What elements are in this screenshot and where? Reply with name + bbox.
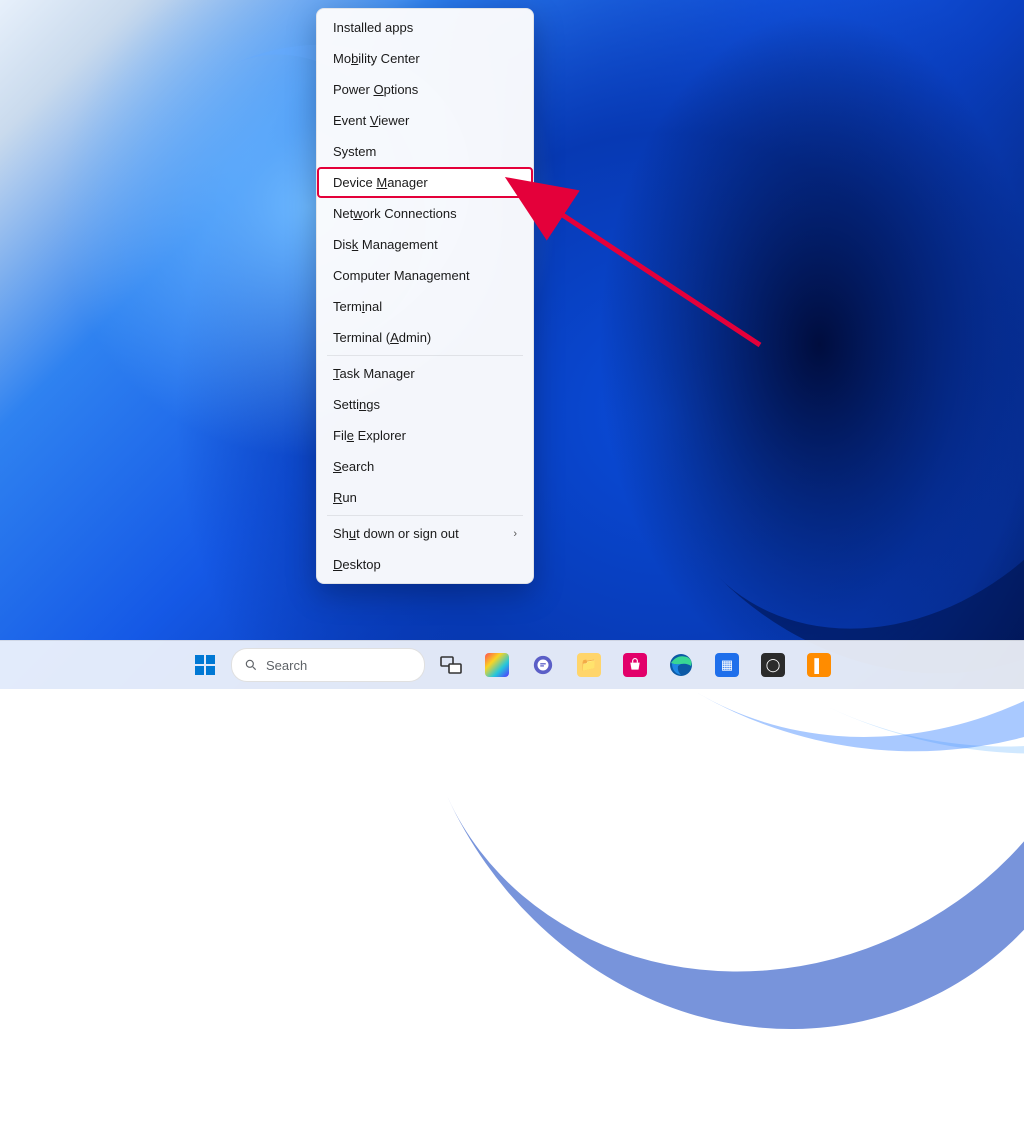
menu-item-desktop[interactable]: Desktop [317, 549, 533, 580]
menu-item-task-manager[interactable]: Task Manager [317, 358, 533, 389]
taskview-icon-glyph [439, 653, 463, 677]
menu-item-file-explorer[interactable]: File Explorer [317, 420, 533, 451]
app-icon-2-glyph: ◯ [761, 653, 785, 677]
store-icon[interactable] [615, 645, 655, 685]
menu-item-computer-management[interactable]: Computer Management [317, 260, 533, 291]
menu-separator [327, 515, 523, 516]
edge-icon-glyph [669, 653, 693, 677]
menu-item-label: Desktop [333, 557, 381, 572]
menu-item-label: Power Options [333, 82, 418, 97]
app-icon-1-glyph: ▦ [715, 653, 739, 677]
store-icon-glyph [623, 653, 647, 677]
menu-item-terminal-admin-[interactable]: Terminal (Admin) [317, 322, 533, 353]
taskview-icon[interactable] [431, 645, 471, 685]
menu-item-label: Disk Management [333, 237, 438, 252]
menu-item-label: System [333, 144, 376, 159]
menu-item-network-connections[interactable]: Network Connections [317, 198, 533, 229]
menu-item-label: Installed apps [333, 20, 413, 35]
menu-item-device-manager[interactable]: Device Manager [317, 167, 533, 198]
app-icon-3-glyph: ▌ [807, 653, 831, 677]
menu-item-label: Settings [333, 397, 380, 412]
menu-item-label: Computer Management [333, 268, 470, 283]
explorer-icon-glyph: 📁 [577, 653, 601, 677]
explorer-icon[interactable]: 📁 [569, 645, 609, 685]
taskbar-search[interactable]: Search [231, 648, 425, 682]
winx-context-menu: Installed apps Mobility Center Power Optio… [316, 8, 534, 584]
menu-item-power-options[interactable]: Power Options [317, 74, 533, 105]
app-icon-2[interactable]: ◯ [753, 645, 793, 685]
menu-item-disk-management[interactable]: Disk Management [317, 229, 533, 260]
menu-item-run[interactable]: Run [317, 482, 533, 513]
menu-item-label: Mobility Center [333, 51, 420, 66]
menu-item-label: Terminal [333, 299, 382, 314]
chat-icon-glyph [531, 653, 555, 677]
widgets-icon[interactable] [477, 645, 517, 685]
menu-separator [327, 355, 523, 356]
menu-item-installed-apps[interactable]: Installed apps [317, 12, 533, 43]
app-icon-3[interactable]: ▌ [799, 645, 839, 685]
menu-item-label: Shut down or sign out [333, 526, 459, 541]
search-placeholder: Search [266, 658, 307, 673]
start-button[interactable] [185, 645, 225, 685]
app-icon-1[interactable]: ▦ [707, 645, 747, 685]
widgets-icon-glyph [485, 653, 509, 677]
chevron-right-icon: › [513, 528, 517, 540]
menu-item-terminal[interactable]: Terminal [317, 291, 533, 322]
menu-item-system[interactable]: System [317, 136, 533, 167]
windows-logo-icon [195, 655, 215, 675]
menu-item-shut-down-or-sign-out[interactable]: Shut down or sign out › [317, 518, 533, 549]
menu-item-label: Network Connections [333, 206, 457, 221]
edge-icon[interactable] [661, 645, 701, 685]
menu-item-label: Device Manager [333, 175, 428, 190]
chat-icon[interactable] [523, 645, 563, 685]
menu-item-label: Task Manager [333, 366, 415, 381]
menu-item-label: File Explorer [333, 428, 406, 443]
menu-item-label: Event Viewer [333, 113, 409, 128]
menu-item-label: Run [333, 490, 357, 505]
search-icon [244, 658, 258, 672]
menu-item-search[interactable]: Search [317, 451, 533, 482]
menu-item-label: Search [333, 459, 374, 474]
menu-item-label: Terminal (Admin) [333, 330, 431, 345]
menu-item-settings[interactable]: Settings [317, 389, 533, 420]
taskbar: Search 📁 ▦ ◯ ▌ [0, 640, 1024, 689]
menu-item-event-viewer[interactable]: Event Viewer [317, 105, 533, 136]
menu-item-mobility-center[interactable]: Mobility Center [317, 43, 533, 74]
